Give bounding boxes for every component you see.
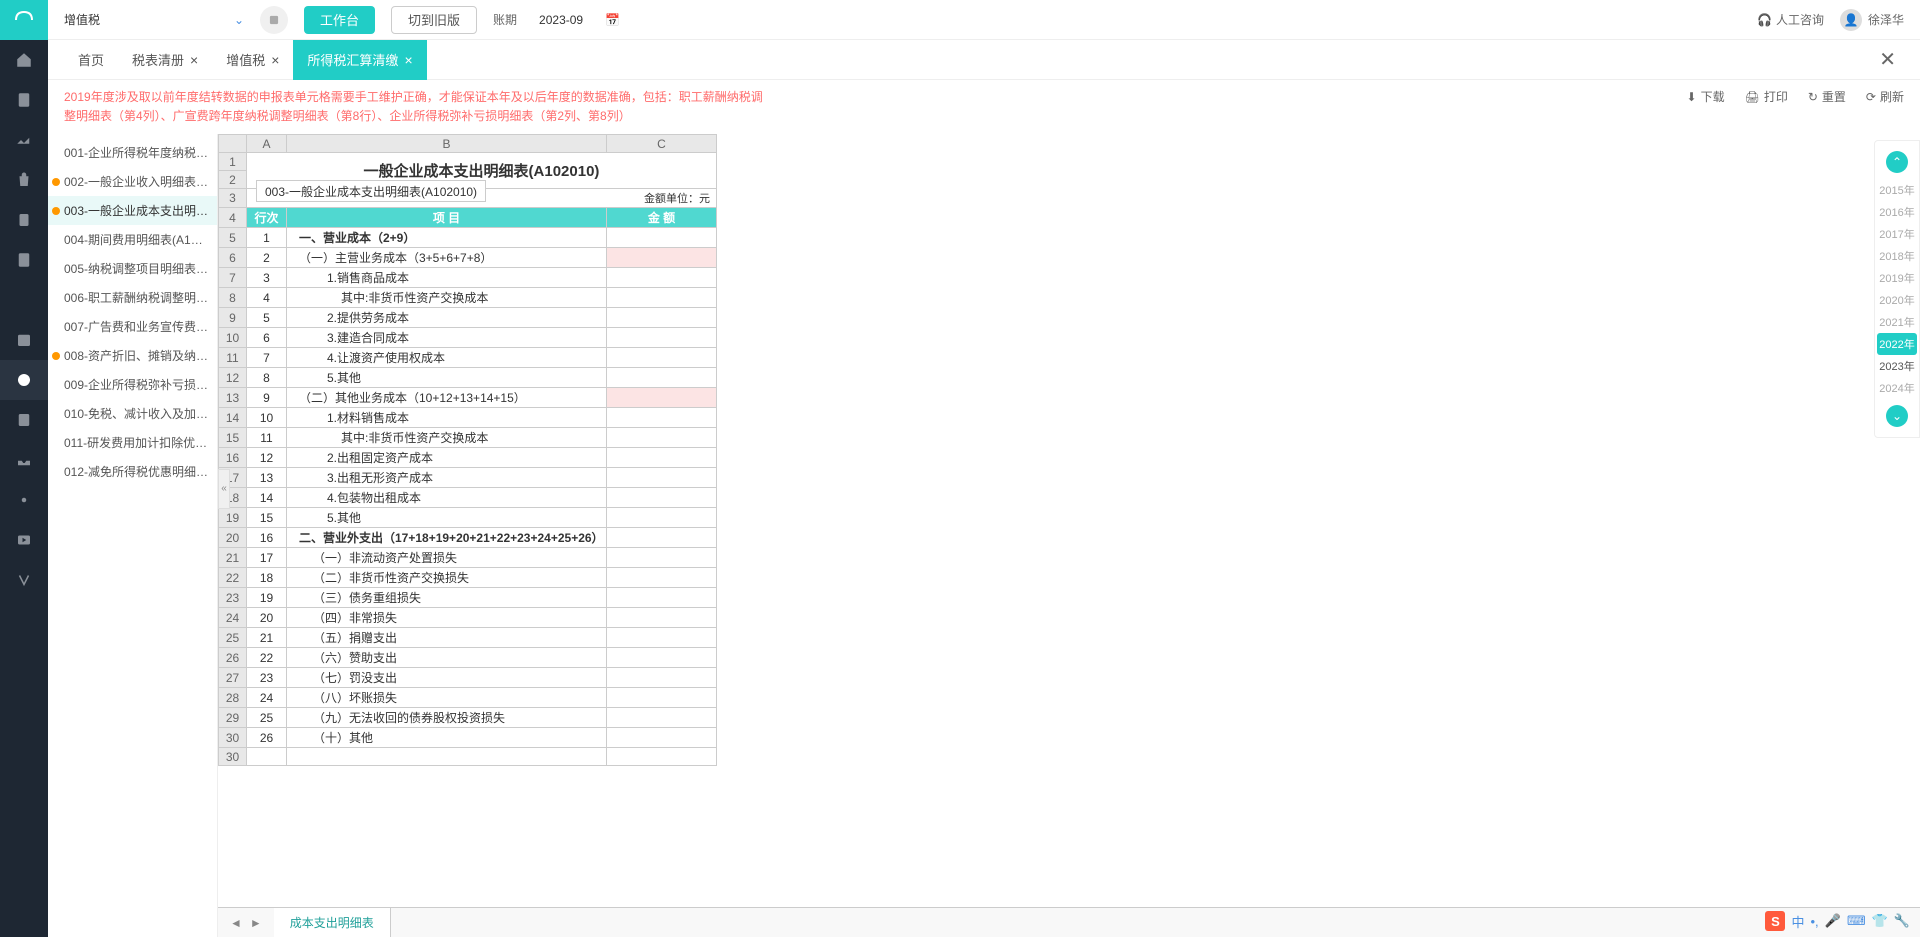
sheet-tab[interactable]: 成本支出明细表 — [274, 908, 391, 937]
ime-mic-icon[interactable]: 🎤 — [1825, 913, 1841, 929]
headset-icon: 🎧 — [1757, 13, 1772, 27]
close-icon[interactable]: × — [404, 52, 412, 68]
spreadsheet[interactable]: ABC1一般企业成本支出明细表(A102010)23金额单位：元4行次项 目金 … — [218, 134, 717, 766]
tab-税表清册[interactable]: 税表清册× — [118, 40, 212, 80]
ime-keyboard-icon[interactable]: ⌨ — [1847, 913, 1866, 929]
topbar: 增值税 ⌄ 工作台 切到旧版 账期 2023-09 📅 🎧 人工咨询 👤 徐泽华 — [48, 0, 1920, 40]
toggle-button[interactable] — [260, 6, 288, 34]
nav-food[interactable] — [0, 360, 48, 400]
switch-version-button[interactable]: 切到旧版 — [391, 6, 477, 34]
module-dropdown[interactable]: 增值税 ⌄ — [64, 6, 244, 34]
year-2020年[interactable]: 2020年 — [1877, 289, 1917, 311]
year-down-arrow[interactable]: ⌄ — [1886, 405, 1908, 427]
form-item[interactable]: 007-广告费和业务宣传费跨... — [48, 312, 217, 341]
download-icon: ⬇ — [1687, 90, 1697, 104]
form-item[interactable]: 012-减免所得税优惠明细表(... — [48, 457, 217, 486]
close-all-tabs[interactable]: ✕ — [1871, 47, 1904, 72]
year-2016年[interactable]: 2016年 — [1877, 201, 1917, 223]
tab-所得税汇算清缴[interactable]: 所得税汇算清缴× — [293, 40, 426, 80]
form-item[interactable]: 002-一般企业收入明细表(A... — [48, 167, 217, 196]
download-button[interactable]: ⬇下载 — [1687, 88, 1725, 105]
close-icon[interactable]: × — [271, 52, 279, 68]
tabs-bar: 首页税表清册×增值税×所得税汇算清缴× ✕ — [48, 40, 1920, 80]
module-dropdown-label: 增值税 — [64, 11, 100, 28]
user-name: 徐泽华 — [1868, 11, 1904, 28]
refresh-icon: ⟳ — [1866, 90, 1876, 104]
warning-notice: 2019年度涉及取以前年度结转数据的申报表单元格需要手工维护正确，才能保证本年及… — [64, 88, 764, 126]
ime-skin-icon[interactable]: 👕 — [1872, 913, 1888, 929]
form-item[interactable]: 009-企业所得税弥补亏损明... — [48, 370, 217, 399]
close-icon[interactable]: × — [190, 52, 198, 68]
ime-bar: S 中 •, 🎤 ⌨ 👕 🔧 — [1765, 911, 1910, 931]
year-2024年[interactable]: 2024年 — [1877, 377, 1917, 399]
form-item[interactable]: 004-期间费用明细表(A1040... — [48, 225, 217, 254]
consult-button[interactable]: 🎧 人工咨询 — [1757, 11, 1824, 28]
sheet-nav-next[interactable]: ► — [250, 916, 262, 930]
collapse-handle[interactable]: « — [218, 469, 230, 509]
form-item[interactable]: 011-研发费用加计扣除优惠... — [48, 428, 217, 457]
app-logo — [0, 0, 48, 40]
form-list: 001-企业所得税年度纳税申...002-一般企业收入明细表(A...003-一… — [48, 134, 218, 937]
nav-bag[interactable] — [0, 160, 48, 200]
nav-inbox[interactable] — [0, 440, 48, 480]
ime-tool-icon[interactable]: 🔧 — [1894, 913, 1910, 929]
period-label: 账期 — [493, 11, 517, 28]
nav-export[interactable] — [0, 400, 48, 440]
nav-v[interactable] — [0, 560, 48, 600]
left-sidebar — [0, 0, 48, 937]
print-icon: 🖨 — [1745, 90, 1760, 104]
ime-mode[interactable]: 中 — [1791, 912, 1804, 931]
form-item[interactable]: 005-纳税调整项目明细表(A1... — [48, 254, 217, 283]
nav-home[interactable] — [0, 40, 48, 80]
form-item[interactable]: 006-职工薪酬纳税调整明细... — [48, 283, 217, 312]
ime-badge[interactable]: S — [1765, 911, 1785, 931]
nav-chart[interactable] — [0, 120, 48, 160]
workspace-button[interactable]: 工作台 — [304, 6, 375, 34]
reset-button[interactable]: ↻重置 — [1808, 88, 1846, 105]
year-2018年[interactable]: 2018年 — [1877, 245, 1917, 267]
user-menu[interactable]: 👤 徐泽华 — [1840, 9, 1904, 31]
year-2023年[interactable]: 2023年 — [1877, 355, 1917, 377]
nav-calendar[interactable] — [0, 320, 48, 360]
year-panel: ⌃ 2015年2016年2017年2018年2019年2020年2021年202… — [1874, 140, 1920, 438]
chevron-down-icon: ⌄ — [234, 13, 244, 27]
year-2022年[interactable]: 2022年 — [1877, 333, 1917, 355]
year-2019年[interactable]: 2019年 — [1877, 267, 1917, 289]
form-item[interactable]: 003-一般企业成本支出明细... — [48, 196, 217, 225]
form-item[interactable]: 001-企业所得税年度纳税申... — [48, 138, 217, 167]
form-item[interactable]: 010-免税、减计收入及加计... — [48, 399, 217, 428]
nav-doc[interactable] — [0, 80, 48, 120]
print-button[interactable]: 🖨打印 — [1745, 88, 1788, 105]
tab-增值税[interactable]: 增值税× — [212, 40, 293, 80]
breadcrumb: 003-一般企业成本支出明细表(A102010) — [256, 180, 486, 202]
calendar-icon[interactable]: 📅 — [605, 13, 620, 27]
sheet-nav-prev[interactable]: ◄ — [230, 916, 242, 930]
tab-首页[interactable]: 首页 — [64, 40, 118, 80]
year-2017年[interactable]: 2017年 — [1877, 223, 1917, 245]
period-value[interactable]: 2023-09 — [539, 13, 583, 27]
nav-settings[interactable] — [0, 480, 48, 520]
nav-calc[interactable] — [0, 240, 48, 280]
nav-text[interactable] — [0, 280, 48, 320]
consult-label: 人工咨询 — [1776, 11, 1824, 28]
year-up-arrow[interactable]: ⌃ — [1886, 151, 1908, 173]
form-item[interactable]: 008-资产折旧、摊销及纳税... — [48, 341, 217, 370]
nav-video[interactable] — [0, 520, 48, 560]
nav-clipboard[interactable] — [0, 200, 48, 240]
refresh-button[interactable]: ⟳刷新 — [1866, 88, 1904, 105]
reset-icon: ↻ — [1808, 90, 1818, 104]
ime-punct-icon[interactable]: •, — [1811, 914, 1819, 929]
avatar-icon: 👤 — [1840, 9, 1862, 31]
year-2015年[interactable]: 2015年 — [1877, 179, 1917, 201]
year-2021年[interactable]: 2021年 — [1877, 311, 1917, 333]
